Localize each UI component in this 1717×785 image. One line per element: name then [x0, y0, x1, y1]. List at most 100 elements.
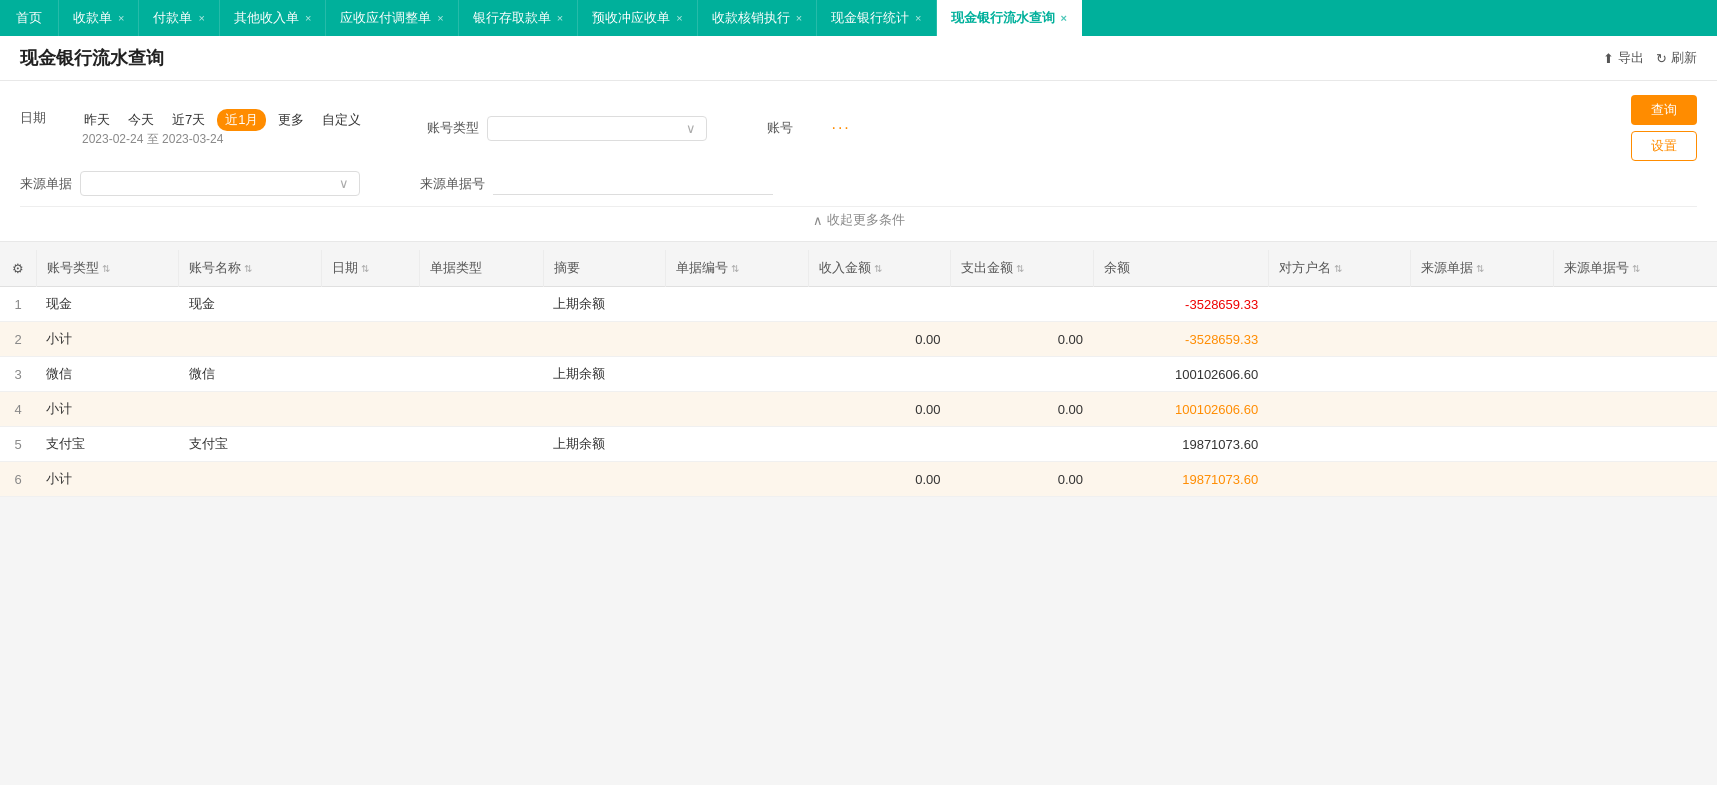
export-icon: ⬆ — [1603, 51, 1614, 66]
cell-docNo — [666, 462, 809, 497]
cell-sourceDocNo — [1553, 357, 1717, 392]
date-opt-today[interactable]: 今天 — [122, 109, 160, 131]
cell-accountName: 微信 — [179, 357, 322, 392]
close-icon[interactable]: × — [1061, 12, 1067, 24]
cell-docType — [419, 392, 543, 427]
cell-summary — [543, 392, 665, 427]
col-header-accountType[interactable]: 账号类型⇅ — [36, 250, 179, 287]
collapse-button[interactable]: ∧ 收起更多条件 — [20, 206, 1697, 233]
col-header-counterpart[interactable]: 对方户名⇅ — [1268, 250, 1411, 287]
date-opt-7days[interactable]: 近7天 — [166, 109, 211, 131]
cell-sourceDocNo — [1553, 427, 1717, 462]
col-header-date[interactable]: 日期⇅ — [321, 250, 419, 287]
col-header-accountName[interactable]: 账号名称⇅ — [179, 250, 322, 287]
cell-accountType: 小计 — [36, 462, 179, 497]
cell-expenseAmount: 0.00 — [951, 322, 1094, 357]
cell-incomeAmount — [808, 357, 951, 392]
cell-docType — [419, 287, 543, 322]
date-opt-1month[interactable]: 近1月 — [217, 109, 266, 131]
nav-tab-收款单[interactable]: 收款单× — [59, 0, 139, 36]
account-type-select[interactable]: ∨ — [487, 116, 707, 141]
cell-counterpart — [1268, 392, 1411, 427]
nav-tab-预收冲应收单[interactable]: 预收冲应收单× — [578, 0, 697, 36]
col-header-sourceDoc[interactable]: 来源单据⇅ — [1411, 250, 1554, 287]
refresh-icon: ↻ — [1656, 51, 1667, 66]
cell-summary: 上期余额 — [543, 357, 665, 392]
source-doc-num-input[interactable] — [493, 173, 773, 195]
cell-sourceDocNo — [1553, 462, 1717, 497]
close-icon[interactable]: × — [437, 12, 443, 24]
cell-incomeAmount — [808, 427, 951, 462]
cell-summary — [543, 462, 665, 497]
date-opt-more[interactable]: 更多 — [272, 109, 310, 131]
cell-num: 3 — [0, 357, 36, 392]
col-header-docNo[interactable]: 单据编号⇅ — [666, 250, 809, 287]
cell-docNo — [666, 357, 809, 392]
close-icon[interactable]: × — [557, 12, 563, 24]
cell-accountType: 微信 — [36, 357, 179, 392]
nav-tab-银行存取款单[interactable]: 银行存取款单× — [459, 0, 578, 36]
cell-incomeAmount — [808, 287, 951, 322]
col-header-incomeAmount[interactable]: 收入金额⇅ — [808, 250, 951, 287]
sort-icon: ⇅ — [1632, 263, 1640, 274]
filter-row-2: 来源单据 ∨ 来源单据号 — [20, 171, 1697, 196]
settings-button[interactable]: 设置 — [1631, 131, 1697, 161]
cell-date — [321, 322, 419, 357]
date-opt-custom[interactable]: 自定义 — [316, 109, 367, 131]
nav-tab-收款核销执行[interactable]: 收款核销执行× — [698, 0, 817, 36]
date-filter: 日期 昨天今天近7天近1月更多自定义 2023-02-24 至 2023-03-… — [20, 109, 367, 148]
cell-accountName: 现金 — [179, 287, 322, 322]
cell-expenseAmount: 0.00 — [951, 462, 1094, 497]
nav-tab-付款单[interactable]: 付款单× — [139, 0, 219, 36]
close-icon[interactable]: × — [796, 12, 802, 24]
chevron-down-icon-2: ∨ — [339, 176, 349, 191]
nav-home[interactable]: 首页 — [0, 0, 59, 36]
nav-tab-现金银行统计[interactable]: 现金银行统计× — [817, 0, 936, 36]
cell-incomeAmount: 0.00 — [808, 462, 951, 497]
date-options: 昨天今天近7天近1月更多自定义 — [78, 109, 367, 131]
date-opt-yesterday[interactable]: 昨天 — [78, 109, 116, 131]
query-button[interactable]: 查询 — [1631, 95, 1697, 125]
cell-num: 6 — [0, 462, 36, 497]
col-header-expenseAmount[interactable]: 支出金额⇅ — [951, 250, 1094, 287]
cell-docType — [419, 357, 543, 392]
cell-expenseAmount — [951, 427, 1094, 462]
col-header-sourceDocNo[interactable]: 来源单据号⇅ — [1553, 250, 1717, 287]
cell-sourceDocNo — [1553, 322, 1717, 357]
gear-icon[interactable]: ⚙ — [0, 250, 36, 287]
close-icon[interactable]: × — [198, 12, 204, 24]
cell-incomeAmount: 0.00 — [808, 322, 951, 357]
table-row: 6小计0.000.0019871073.60 — [0, 462, 1717, 497]
data-table: ⚙账号类型⇅账号名称⇅日期⇅单据类型摘要单据编号⇅收入金额⇅支出金额⇅余额对方户… — [0, 250, 1717, 497]
header-actions: ⬆ 导出 ↻ 刷新 — [1603, 49, 1697, 67]
cell-sourceDoc — [1411, 287, 1554, 322]
sort-icon: ⇅ — [874, 263, 882, 274]
close-icon[interactable]: × — [676, 12, 682, 24]
nav-tab-现金银行流水查询[interactable]: 现金银行流水查询× — [937, 0, 1082, 36]
cell-date — [321, 287, 419, 322]
close-icon[interactable]: × — [305, 12, 311, 24]
cell-sourceDoc — [1411, 427, 1554, 462]
account-type-label: 账号类型 — [427, 119, 479, 137]
nav-tab-其他收入单[interactable]: 其他收入单× — [220, 0, 326, 36]
table-row: 1现金现金上期余额-3528659.33 — [0, 287, 1717, 322]
cell-balance: 100102606.60 — [1093, 392, 1268, 427]
cell-balance: -3528659.33 — [1093, 322, 1268, 357]
sort-icon: ⇅ — [1476, 263, 1484, 274]
source-doc-num-label: 来源单据号 — [420, 175, 485, 193]
close-icon[interactable]: × — [915, 12, 921, 24]
cell-accountName — [179, 322, 322, 357]
table-area: ⚙账号类型⇅账号名称⇅日期⇅单据类型摘要单据编号⇅收入金额⇅支出金额⇅余额对方户… — [0, 250, 1717, 497]
account-ellipsis[interactable]: ··· — [825, 119, 856, 137]
cell-summary: 上期余额 — [543, 427, 665, 462]
close-icon[interactable]: × — [118, 12, 124, 24]
col-header-summary: 摘要 — [543, 250, 665, 287]
cell-accountType: 现金 — [36, 287, 179, 322]
export-button[interactable]: ⬆ 导出 — [1603, 49, 1644, 67]
refresh-button[interactable]: ↻ 刷新 — [1656, 49, 1697, 67]
nav-tab-应收应付调整单[interactable]: 应收应付调整单× — [326, 0, 458, 36]
cell-date — [321, 392, 419, 427]
cell-date — [321, 357, 419, 392]
cell-docNo — [666, 427, 809, 462]
source-doc-select[interactable]: ∨ — [80, 171, 360, 196]
